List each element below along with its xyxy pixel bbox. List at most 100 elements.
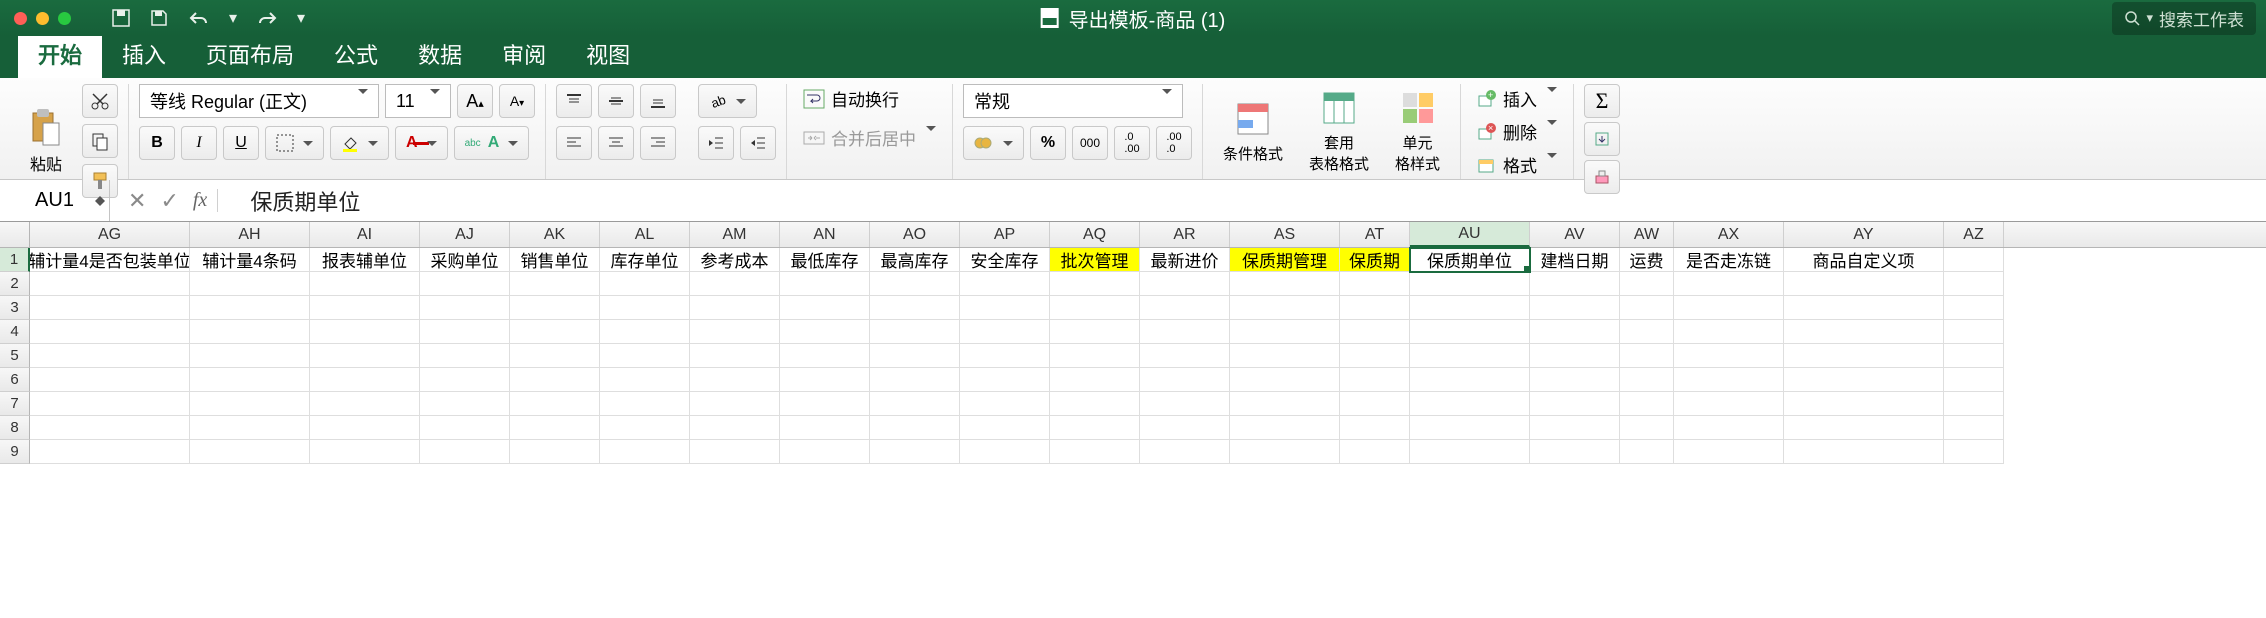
cell[interactable]	[1674, 440, 1784, 464]
font-color-button[interactable]: A	[395, 126, 448, 160]
copy-button[interactable]	[82, 124, 118, 158]
column-header[interactable]: AV	[1530, 222, 1620, 247]
cell[interactable]	[1410, 368, 1530, 392]
cell[interactable]	[1944, 248, 2004, 272]
increase-indent-button[interactable]	[740, 126, 776, 160]
cell[interactable]	[1674, 320, 1784, 344]
save-icon[interactable]	[149, 8, 169, 28]
column-header[interactable]: AL	[600, 222, 690, 247]
cell[interactable]	[1050, 272, 1140, 296]
enter-formula-button[interactable]: ✓	[160, 188, 178, 214]
cell[interactable]	[1674, 368, 1784, 392]
cancel-formula-button[interactable]: ✕	[128, 188, 146, 214]
cell[interactable]	[1944, 344, 2004, 368]
cell[interactable]	[870, 416, 960, 440]
cell[interactable]	[870, 440, 960, 464]
cell[interactable]	[1050, 416, 1140, 440]
row-header[interactable]: 9	[0, 440, 30, 464]
increase-font-button[interactable]: A▴	[457, 84, 493, 118]
cell[interactable]	[1410, 440, 1530, 464]
cell[interactable]	[1340, 392, 1410, 416]
tab-审阅[interactable]: 审阅	[482, 32, 566, 78]
redo-icon[interactable]	[255, 8, 279, 28]
column-header[interactable]: AP	[960, 222, 1050, 247]
cell[interactable]	[1530, 440, 1620, 464]
cut-button[interactable]	[82, 84, 118, 118]
undo-dropdown[interactable]: ▾	[229, 8, 237, 28]
cell[interactable]: 批次管理	[1050, 248, 1140, 272]
cell[interactable]	[1340, 440, 1410, 464]
cell[interactable]	[690, 392, 780, 416]
cell[interactable]	[30, 440, 190, 464]
qat-customize[interactable]: ▾	[297, 8, 305, 28]
decrease-decimal-button[interactable]: .00.0	[1156, 126, 1192, 160]
cell[interactable]	[510, 416, 600, 440]
cell[interactable]	[1674, 272, 1784, 296]
cell[interactable]	[1784, 368, 1944, 392]
cell[interactable]	[190, 416, 310, 440]
cell[interactable]	[1944, 296, 2004, 320]
cell[interactable]	[310, 440, 420, 464]
cell[interactable]	[960, 296, 1050, 320]
cell[interactable]	[1410, 416, 1530, 440]
cell[interactable]	[420, 392, 510, 416]
cell[interactable]	[1410, 344, 1530, 368]
cell[interactable]	[600, 368, 690, 392]
cell[interactable]	[190, 392, 310, 416]
cell[interactable]	[420, 272, 510, 296]
cell[interactable]	[600, 272, 690, 296]
cell[interactable]	[1340, 344, 1410, 368]
paste-button[interactable]: 粘贴	[16, 103, 76, 179]
cell[interactable]	[190, 320, 310, 344]
cell[interactable]	[600, 296, 690, 320]
cell[interactable]	[1050, 296, 1140, 320]
cell[interactable]: 最新进价	[1140, 248, 1230, 272]
cell[interactable]: 是否走冻链	[1674, 248, 1784, 272]
cell[interactable]: 保质期	[1340, 248, 1410, 272]
cell[interactable]	[780, 344, 870, 368]
cell[interactable]	[310, 344, 420, 368]
name-box[interactable]: AU1	[0, 180, 110, 221]
cell[interactable]	[1620, 440, 1674, 464]
cell[interactable]: 销售单位	[510, 248, 600, 272]
cell[interactable]	[600, 440, 690, 464]
cell[interactable]	[870, 368, 960, 392]
fill-button[interactable]	[1584, 122, 1620, 156]
column-header[interactable]: AU	[1410, 222, 1530, 247]
cell[interactable]	[1340, 296, 1410, 320]
cell[interactable]	[510, 368, 600, 392]
font-size-combo[interactable]: 11	[385, 84, 451, 118]
column-header[interactable]: AM	[690, 222, 780, 247]
italic-button[interactable]: I	[181, 126, 217, 160]
cell[interactable]	[1050, 368, 1140, 392]
cell[interactable]	[1140, 320, 1230, 344]
cell[interactable]	[960, 272, 1050, 296]
cell[interactable]	[870, 272, 960, 296]
cell[interactable]	[1530, 368, 1620, 392]
cell[interactable]	[420, 440, 510, 464]
tab-视图[interactable]: 视图	[566, 32, 650, 78]
cell[interactable]	[190, 296, 310, 320]
cell[interactable]	[1340, 368, 1410, 392]
cell[interactable]	[30, 296, 190, 320]
cell[interactable]	[600, 392, 690, 416]
cell[interactable]	[30, 320, 190, 344]
tab-插入[interactable]: 插入	[102, 32, 186, 78]
cell[interactable]	[600, 320, 690, 344]
cell[interactable]	[600, 344, 690, 368]
cell[interactable]	[780, 440, 870, 464]
align-center-button[interactable]	[598, 126, 634, 160]
format-as-table-button[interactable]: 套用 表格格式	[1299, 84, 1379, 178]
cell[interactable]	[1530, 272, 1620, 296]
cell[interactable]	[420, 296, 510, 320]
cell[interactable]	[1140, 272, 1230, 296]
row-header[interactable]: 8	[0, 416, 30, 440]
cell[interactable]	[870, 344, 960, 368]
align-right-button[interactable]	[640, 126, 676, 160]
column-header[interactable]: AR	[1140, 222, 1230, 247]
cell[interactable]	[1140, 296, 1230, 320]
cell[interactable]	[1230, 272, 1340, 296]
cell[interactable]	[510, 344, 600, 368]
decrease-indent-button[interactable]	[698, 126, 734, 160]
cell[interactable]	[420, 416, 510, 440]
